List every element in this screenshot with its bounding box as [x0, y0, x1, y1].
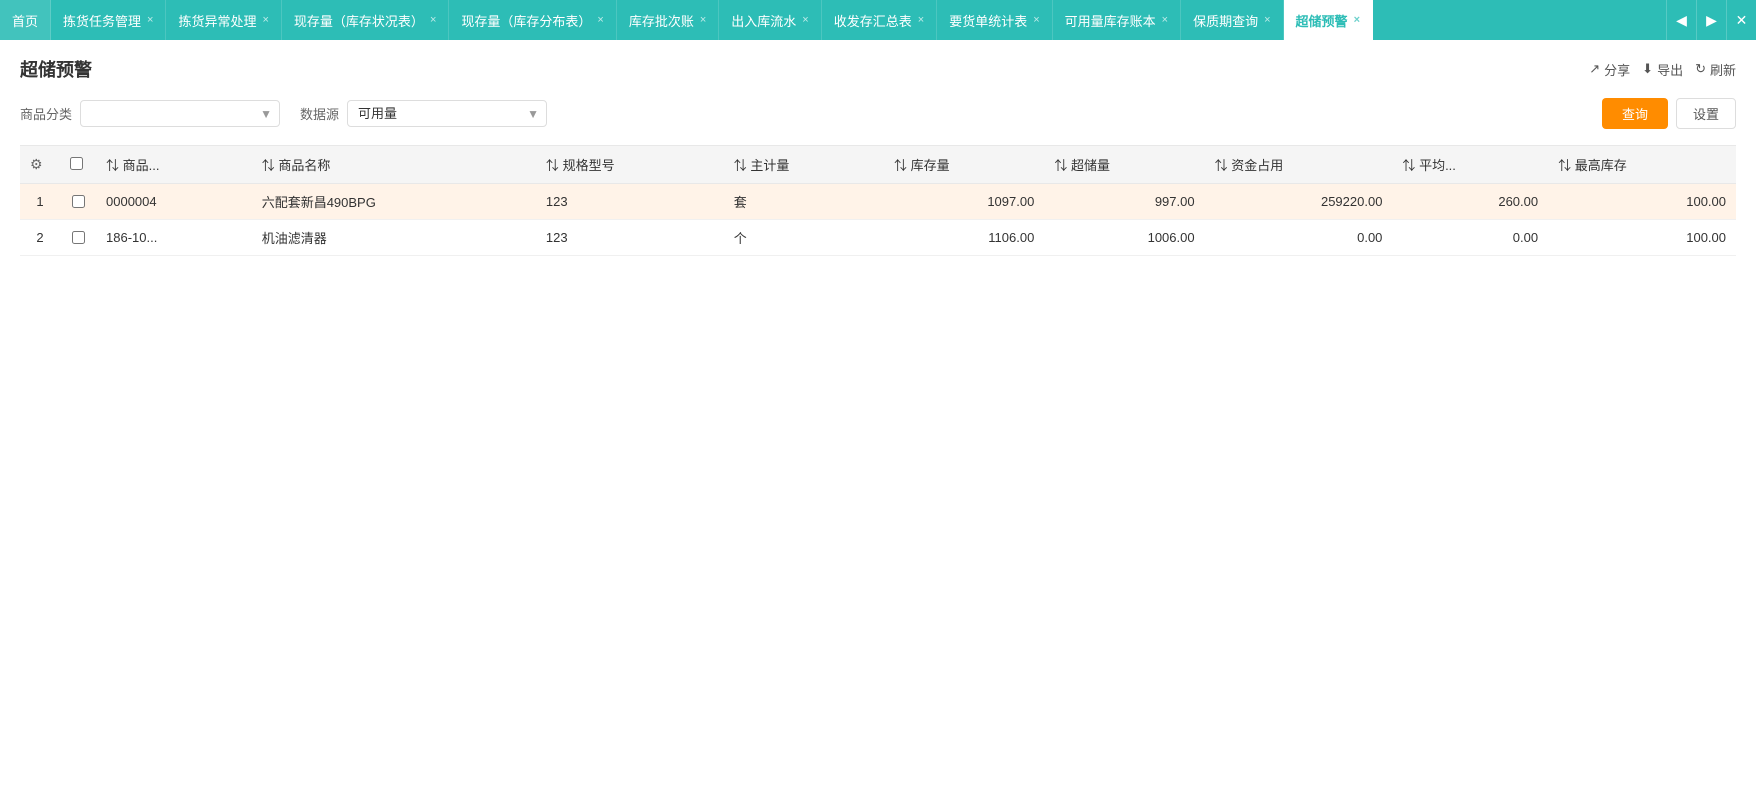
nav-stock-status[interactable]: 现存量（库存状况表） × [282, 0, 449, 40]
nav-close-overstock[interactable]: × [1354, 14, 1360, 26]
col-header-overstock[interactable]: ⇅ 超储量 [1044, 146, 1204, 184]
select-all-checkbox[interactable] [70, 157, 83, 170]
col-header-setting: ⚙ [20, 146, 60, 184]
datasource-filter: 数据源 可用量 ▼ [300, 100, 547, 127]
nav-stock-dist[interactable]: 现存量（库存分布表） × [449, 0, 616, 40]
datasource-label: 数据源 [300, 104, 339, 123]
page-title: 超储预警 [20, 56, 92, 82]
nav-expiry[interactable]: 保质期查询 × [1181, 0, 1283, 40]
row-code-1: 0000004 [96, 184, 252, 220]
row-unit-2: 个 [724, 220, 884, 256]
col-header-code[interactable]: ⇅ 商品... [96, 146, 252, 184]
table-header-row: ⚙ ⇅ 商品... ⇅ 商品名称 ⇅ 规格型号 ⇅ 主计量 ⇅ [20, 146, 1736, 184]
nav-avail-stock[interactable]: 可用量库存账本 × [1053, 0, 1181, 40]
nav-close-inout-flow[interactable]: × [802, 14, 808, 26]
row-name-1: 六配套新昌490BPG [252, 184, 536, 220]
row-stock-2: 1106.00 [884, 220, 1044, 256]
row-name-2: 机油滤清器 [252, 220, 536, 256]
nav-close-pick-exception[interactable]: × [262, 14, 268, 26]
col-header-spec[interactable]: ⇅ 规格型号 [536, 146, 724, 184]
col-header-name[interactable]: ⇅ 商品名称 [252, 146, 536, 184]
nav-next-arrow[interactable]: ▶ [1696, 0, 1726, 40]
datasource-select[interactable]: 可用量 [347, 100, 547, 127]
row-maxstock-1: 100.00 [1548, 184, 1736, 220]
row-select-2[interactable] [72, 231, 85, 244]
datasource-select-wrapper: 可用量 ▼ [347, 100, 547, 127]
row-select-1[interactable] [72, 195, 85, 208]
row-overstock-1: 997.00 [1044, 184, 1204, 220]
row-maxstock-2: 100.00 [1548, 220, 1736, 256]
share-action[interactable]: ↗ 分享 [1589, 60, 1630, 79]
nav-close-stock-status[interactable]: × [430, 14, 436, 26]
row-capital-1: 259220.00 [1205, 184, 1393, 220]
nav-recv-send[interactable]: 收发存汇总表 × [822, 0, 937, 40]
col-header-maxstock[interactable]: ⇅ 最高库存 [1548, 146, 1736, 184]
gear-icon[interactable]: ⚙ [30, 156, 43, 172]
share-icon: ↗ [1589, 61, 1600, 77]
main-content: 超储预警 ↗ 分享 ⬇ 导出 ↻ 刷新 商品分类 ▼ [0, 40, 1756, 800]
table-row: 2 186-10... 机油滤清器 123 个 1106.00 1006.00 … [20, 220, 1736, 256]
filter-right-actions: 查询 设置 [1602, 98, 1736, 129]
col-header-avg[interactable]: ⇅ 平均... [1392, 146, 1548, 184]
table-row: 1 0000004 六配套新昌490BPG 123 套 1097.00 997.… [20, 184, 1736, 220]
query-button[interactable]: 查询 [1602, 98, 1668, 129]
nav-arrow-controls: ◀ ▶ ✕ [1666, 0, 1756, 40]
nav-close-arrow[interactable]: ✕ [1726, 0, 1756, 40]
nav-close-avail-stock[interactable]: × [1162, 14, 1168, 26]
header-actions: ↗ 分享 ⬇ 导出 ↻ 刷新 [1589, 60, 1736, 79]
row-capital-2: 0.00 [1205, 220, 1393, 256]
row-overstock-2: 1006.00 [1044, 220, 1204, 256]
col-header-unit[interactable]: ⇅ 主计量 [724, 146, 884, 184]
nav-close-batch[interactable]: × [700, 14, 706, 26]
row-spec-1: 123 [536, 184, 724, 220]
nav-close-pick-task[interactable]: × [147, 14, 153, 26]
nav-pick-exception[interactable]: 拣货异常处理 × [166, 0, 281, 40]
nav-close-expiry[interactable]: × [1264, 14, 1270, 26]
top-navigation: 首页 拣货任务管理 × 拣货异常处理 × 现存量（库存状况表） × 现存量（库存… [0, 0, 1756, 40]
data-table: ⚙ ⇅ 商品... ⇅ 商品名称 ⇅ 规格型号 ⇅ 主计量 ⇅ [20, 145, 1736, 256]
row-code-2: 186-10... [96, 220, 252, 256]
row-avg-1: 260.00 [1392, 184, 1548, 220]
nav-close-stock-dist[interactable]: × [597, 14, 603, 26]
row-index-2: 2 [20, 220, 60, 256]
col-header-capital[interactable]: ⇅ 资金占用 [1205, 146, 1393, 184]
nav-inout-flow[interactable]: 出入库流水 × [719, 0, 821, 40]
row-index-1: 1 [20, 184, 60, 220]
nav-overstock[interactable]: 超储预警 × [1284, 0, 1373, 40]
settings-button[interactable]: 设置 [1676, 98, 1736, 129]
export-icon: ⬇ [1642, 61, 1653, 77]
category-select-wrapper: ▼ [80, 100, 280, 127]
category-select[interactable] [80, 100, 280, 127]
nav-home[interactable]: 首页 [0, 0, 51, 40]
row-stock-1: 1097.00 [884, 184, 1044, 220]
row-avg-2: 0.00 [1392, 220, 1548, 256]
nav-close-order-stat[interactable]: × [1033, 14, 1039, 26]
nav-pick-task[interactable]: 拣货任务管理 × [51, 0, 166, 40]
page-header: 超储预警 ↗ 分享 ⬇ 导出 ↻ 刷新 [20, 56, 1736, 82]
filter-bar: 商品分类 ▼ 数据源 可用量 ▼ 查询 设置 [20, 98, 1736, 129]
refresh-icon: ↻ [1695, 61, 1706, 77]
nav-order-stat[interactable]: 要货单统计表 × [937, 0, 1052, 40]
export-action[interactable]: ⬇ 导出 [1642, 60, 1683, 79]
row-checkbox-2[interactable] [60, 220, 96, 256]
row-unit-1: 套 [724, 184, 884, 220]
col-header-stock[interactable]: ⇅ 库存量 [884, 146, 1044, 184]
nav-prev-arrow[interactable]: ◀ [1666, 0, 1696, 40]
row-checkbox-1[interactable] [60, 184, 96, 220]
category-label: 商品分类 [20, 104, 72, 123]
nav-batch[interactable]: 库存批次账 × [617, 0, 719, 40]
refresh-action[interactable]: ↻ 刷新 [1695, 60, 1736, 79]
row-spec-2: 123 [536, 220, 724, 256]
table-body: 1 0000004 六配套新昌490BPG 123 套 1097.00 997.… [20, 184, 1736, 256]
nav-close-recv-send[interactable]: × [918, 14, 924, 26]
col-header-checkbox [60, 146, 96, 184]
category-filter: 商品分类 ▼ [20, 100, 280, 127]
